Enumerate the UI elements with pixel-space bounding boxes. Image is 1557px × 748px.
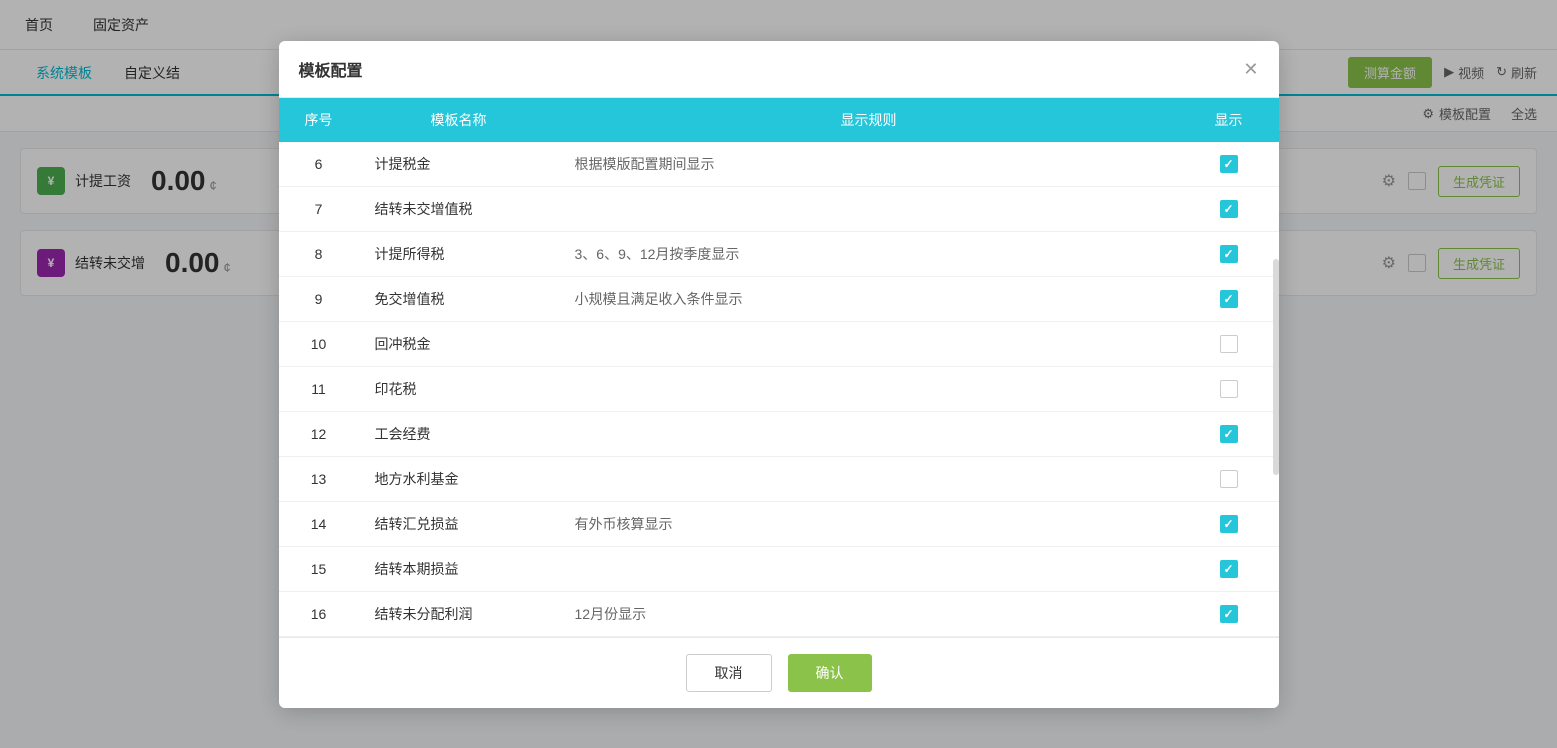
cancel-button[interactable]: 取消 xyxy=(686,654,772,692)
checkbox-checked-10[interactable] xyxy=(1220,605,1238,623)
cell-id-6: 12 xyxy=(279,411,359,456)
checkbox-checked-1[interactable] xyxy=(1220,200,1238,218)
modal-overlay: 模板配置 ✕ 序号 模板名称 显示规则 显示 6计提税金根据模版配置期间显示7结… xyxy=(0,0,1557,748)
col-header-display: 显示 xyxy=(1179,98,1279,142)
cell-check-1 xyxy=(1179,186,1279,231)
table-row: 9免交增值税小规模且满足收入条件显示 xyxy=(279,276,1279,321)
col-header-rule: 显示规则 xyxy=(559,98,1179,142)
table-row: 10回冲税金 xyxy=(279,321,1279,366)
cell-id-8: 14 xyxy=(279,501,359,546)
checkbox-unchecked-7[interactable] xyxy=(1220,470,1238,488)
checkbox-checked-6[interactable] xyxy=(1220,425,1238,443)
cell-id-10: 16 xyxy=(279,591,359,636)
cell-rule-3: 小规模且满足收入条件显示 xyxy=(559,276,1179,321)
modal-header: 模板配置 ✕ xyxy=(279,41,1279,98)
cell-id-4: 10 xyxy=(279,321,359,366)
template-config-modal: 模板配置 ✕ 序号 模板名称 显示规则 显示 6计提税金根据模版配置期间显示7结… xyxy=(279,41,1279,708)
cell-rule-5 xyxy=(559,366,1179,411)
table-row: 13地方水利基金 xyxy=(279,456,1279,501)
cell-rule-2: 3、6、9、12月按季度显示 xyxy=(559,231,1179,276)
col-header-name: 模板名称 xyxy=(359,98,559,142)
cell-rule-1 xyxy=(559,186,1179,231)
cell-rule-6 xyxy=(559,411,1179,456)
modal-body: 序号 模板名称 显示规则 显示 6计提税金根据模版配置期间显示7结转未交增值税8… xyxy=(279,98,1279,637)
modal-close-button[interactable]: ✕ xyxy=(1243,60,1258,78)
cell-rule-7 xyxy=(559,456,1179,501)
table-header-row: 序号 模板名称 显示规则 显示 xyxy=(279,98,1279,142)
cell-name-5: 印花税 xyxy=(359,366,559,411)
table-row: 11印花税 xyxy=(279,366,1279,411)
cell-id-9: 15 xyxy=(279,546,359,591)
cell-id-7: 13 xyxy=(279,456,359,501)
checkbox-checked-2[interactable] xyxy=(1220,245,1238,263)
table-row: 15结转本期损益 xyxy=(279,546,1279,591)
cell-id-3: 9 xyxy=(279,276,359,321)
checkbox-unchecked-4[interactable] xyxy=(1220,335,1238,353)
cell-id-2: 8 xyxy=(279,231,359,276)
cell-check-7 xyxy=(1179,456,1279,501)
cell-name-7: 地方水利基金 xyxy=(359,456,559,501)
checkbox-checked-9[interactable] xyxy=(1220,560,1238,578)
checkbox-unchecked-5[interactable] xyxy=(1220,380,1238,398)
cell-check-10 xyxy=(1179,591,1279,636)
cell-rule-9 xyxy=(559,546,1179,591)
cell-rule-10: 12月份显示 xyxy=(559,591,1179,636)
table-row: 12工会经费 xyxy=(279,411,1279,456)
table-row: 7结转未交增值税 xyxy=(279,186,1279,231)
table-row: 14结转汇兑损益有外币核算显示 xyxy=(279,501,1279,546)
checkbox-checked-0[interactable] xyxy=(1220,155,1238,173)
cell-rule-0: 根据模版配置期间显示 xyxy=(559,142,1179,187)
config-table: 序号 模板名称 显示规则 显示 6计提税金根据模版配置期间显示7结转未交增值税8… xyxy=(279,98,1279,637)
table-row: 16结转未分配利润12月份显示 xyxy=(279,591,1279,636)
cell-name-6: 工会经费 xyxy=(359,411,559,456)
cell-check-4 xyxy=(1179,321,1279,366)
cell-rule-4 xyxy=(559,321,1179,366)
cell-check-2 xyxy=(1179,231,1279,276)
cell-name-10: 结转未分配利润 xyxy=(359,591,559,636)
cell-check-6 xyxy=(1179,411,1279,456)
cell-id-0: 6 xyxy=(279,142,359,187)
checkbox-checked-8[interactable] xyxy=(1220,515,1238,533)
cell-name-9: 结转本期损益 xyxy=(359,546,559,591)
cell-id-5: 11 xyxy=(279,366,359,411)
modal-title: 模板配置 xyxy=(299,57,363,81)
cell-id-1: 7 xyxy=(279,186,359,231)
scrollbar-thumb[interactable] xyxy=(1273,259,1279,475)
cell-check-3 xyxy=(1179,276,1279,321)
cell-name-0: 计提税金 xyxy=(359,142,559,187)
cell-name-4: 回冲税金 xyxy=(359,321,559,366)
cell-name-8: 结转汇兑损益 xyxy=(359,501,559,546)
cell-rule-8: 有外币核算显示 xyxy=(559,501,1179,546)
modal-footer: 取消 确认 xyxy=(279,637,1279,708)
cell-name-1: 结转未交增值税 xyxy=(359,186,559,231)
cell-check-8 xyxy=(1179,501,1279,546)
cell-check-0 xyxy=(1179,142,1279,187)
cell-check-9 xyxy=(1179,546,1279,591)
cell-name-2: 计提所得税 xyxy=(359,231,559,276)
table-row: 6计提税金根据模版配置期间显示 xyxy=(279,142,1279,187)
checkbox-checked-3[interactable] xyxy=(1220,290,1238,308)
table-row: 8计提所得税3、6、9、12月按季度显示 xyxy=(279,231,1279,276)
col-header-id: 序号 xyxy=(279,98,359,142)
confirm-button[interactable]: 确认 xyxy=(788,654,872,692)
cell-check-5 xyxy=(1179,366,1279,411)
cell-name-3: 免交增值税 xyxy=(359,276,559,321)
